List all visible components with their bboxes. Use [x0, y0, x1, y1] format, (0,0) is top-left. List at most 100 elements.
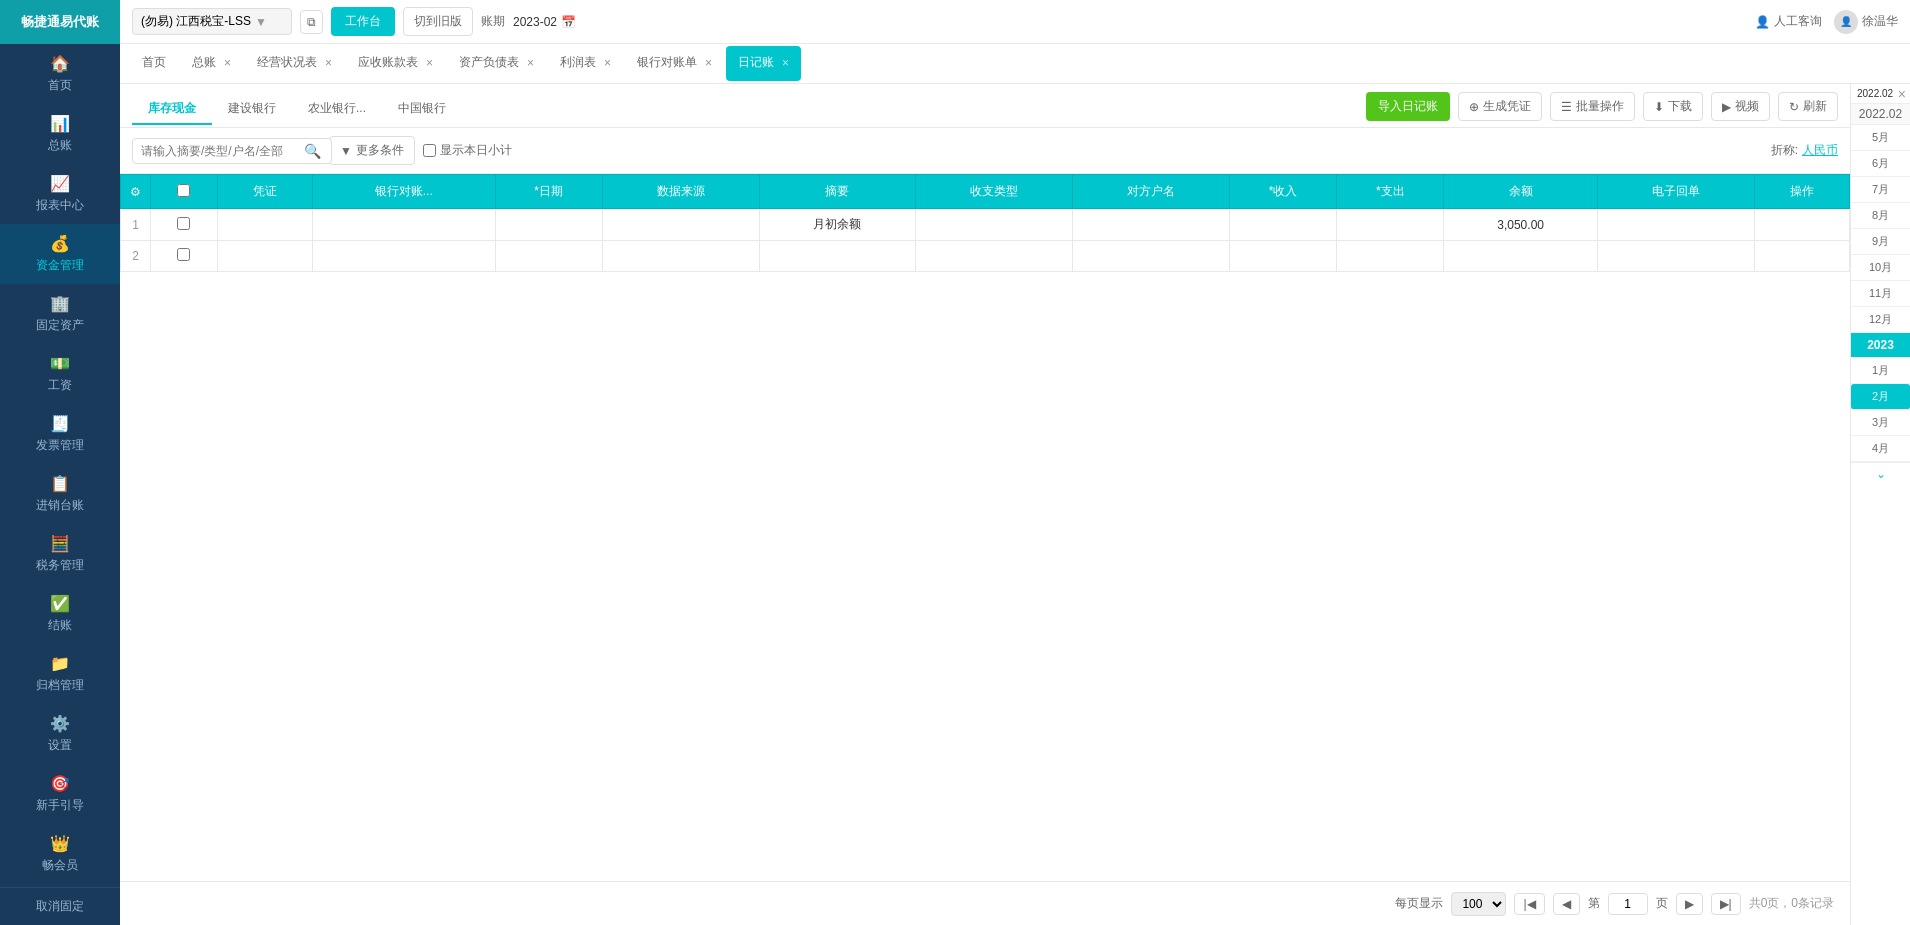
sidebar-item-home[interactable]: 🏠 首页: [0, 44, 120, 104]
tab-close-icon[interactable]: ×: [782, 56, 789, 70]
tab-close-icon[interactable]: ×: [527, 56, 534, 70]
support-icon: 👤: [1755, 15, 1770, 29]
calendar-month-10[interactable]: 10月: [1851, 255, 1910, 281]
sub-tab-abc[interactable]: 农业银行...: [292, 94, 382, 125]
source-cell: [602, 209, 759, 241]
row-checkbox-cell[interactable]: [151, 241, 218, 272]
tab-close-icon[interactable]: ×: [426, 56, 433, 70]
tab-home[interactable]: 首页: [130, 46, 178, 81]
calendar-month-3-2023[interactable]: 3月: [1851, 410, 1910, 436]
calendar-month-4-2023[interactable]: 4月: [1851, 436, 1910, 462]
page-size-select[interactable]: 100 50 200: [1451, 892, 1506, 916]
sub-tab-boc[interactable]: 中国银行: [382, 94, 462, 125]
dropdown-arrow-icon: ▼: [255, 15, 267, 29]
prev-page-button[interactable]: ◀: [1553, 893, 1580, 915]
tab-receivables[interactable]: 应收账款表 ×: [346, 46, 445, 81]
sidebar: 畅捷通易代账 🏠 首页 📊 总账 📈 报表中心 💰 资金管理 🏢 固定资产 💵 …: [0, 0, 120, 925]
sidebar-item-reports[interactable]: 📈 报表中心: [0, 164, 120, 224]
sidebar-item-invoice[interactable]: 🧾 发票管理: [0, 404, 120, 464]
sidebar-item-label: 结账: [48, 617, 72, 634]
tab-diary[interactable]: 日记账 ×: [726, 46, 801, 81]
tab-close-icon[interactable]: ×: [224, 56, 231, 70]
counterpart-cell: [1073, 209, 1230, 241]
calendar-month-11[interactable]: 11月: [1851, 281, 1910, 307]
counterpart-cell: [1073, 241, 1230, 272]
tab-bar: 首页 总账 × 经营状况表 × 应收账款表 × 资产负债表 × 利润表 × 银行…: [120, 44, 1910, 84]
table-header-e-receipt: 电子回单: [1597, 175, 1754, 209]
guide-icon: 🎯: [50, 774, 70, 793]
first-page-button[interactable]: |◀: [1514, 893, 1544, 915]
calendar-close-button[interactable]: ×: [1898, 86, 1906, 102]
next-page-button[interactable]: ▶: [1676, 893, 1703, 915]
old-version-button[interactable]: 切到旧版: [403, 7, 473, 36]
type-cell: [916, 209, 1073, 241]
batch-button[interactable]: ☰ 批量操作: [1550, 92, 1635, 121]
calendar-month-5[interactable]: 5月: [1851, 125, 1910, 151]
calendar-scroll-down[interactable]: ⌄: [1851, 462, 1910, 485]
unpin-sidebar[interactable]: 取消固定: [0, 887, 120, 925]
support-button[interactable]: 👤 人工客询: [1755, 13, 1822, 30]
search-button[interactable]: 🔍: [304, 143, 321, 159]
table-header-counterpart: 对方户名: [1073, 175, 1230, 209]
table-header-settings[interactable]: ⚙: [121, 175, 151, 209]
sidebar-item-finance[interactable]: 💰 资金管理: [0, 224, 120, 284]
sub-tab-ccb[interactable]: 建设银行: [212, 94, 292, 125]
company-selector[interactable]: (勿易) 江西税宝-LSS ▼: [132, 8, 292, 35]
currency-link[interactable]: 人民币: [1802, 142, 1838, 159]
sidebar-item-member[interactable]: 👑 畅会员: [0, 824, 120, 884]
video-button[interactable]: ▶ 视频: [1711, 92, 1770, 121]
filter-button[interactable]: ▼ 更多条件: [329, 136, 415, 165]
select-all-checkbox[interactable]: [177, 184, 190, 197]
tab-close-icon[interactable]: ×: [325, 56, 332, 70]
show-daily-checkbox-label[interactable]: 显示本日小计: [423, 142, 512, 159]
last-page-button[interactable]: ▶|: [1711, 893, 1741, 915]
tab-close-icon[interactable]: ×: [604, 56, 611, 70]
calendar-month-7[interactable]: 7月: [1851, 177, 1910, 203]
table-header-checkbox[interactable]: [151, 175, 218, 209]
sidebar-item-sales[interactable]: 📋 进销台账: [0, 464, 120, 524]
calendar-month-6[interactable]: 6月: [1851, 151, 1910, 177]
calendar-month-1-2023[interactable]: 1月: [1851, 358, 1910, 384]
tab-close-icon[interactable]: ×: [705, 56, 712, 70]
refresh-button[interactable]: ↻ 刷新: [1778, 92, 1838, 121]
show-daily-checkbox[interactable]: [423, 144, 436, 157]
unpin-label: 取消固定: [36, 899, 84, 913]
download-button[interactable]: ⬇ 下载: [1643, 92, 1703, 121]
main-area: (勿易) 江西税宝-LSS ▼ ⧉ 工作台 切到旧版 账期 2023-02 📅 …: [120, 0, 1910, 925]
sidebar-item-assets[interactable]: 🏢 固定资产: [0, 284, 120, 344]
bank-cell: [312, 209, 495, 241]
import-diary-button[interactable]: 导入日记账: [1366, 92, 1450, 121]
sidebar-item-ledger[interactable]: 📊 总账: [0, 104, 120, 164]
calendar-month-8[interactable]: 8月: [1851, 203, 1910, 229]
balance-cell: [1444, 241, 1598, 272]
calendar-month-2-2023[interactable]: 2月: [1851, 384, 1910, 410]
page-input[interactable]: [1608, 893, 1648, 915]
tab-operations[interactable]: 经营状况表 ×: [245, 46, 344, 81]
sidebar-item-salary[interactable]: 💵 工资: [0, 344, 120, 404]
workbench-button[interactable]: 工作台: [331, 7, 395, 36]
tab-balance[interactable]: 资产负债表 ×: [447, 46, 546, 81]
row-checkbox[interactable]: [177, 217, 190, 230]
calendar-month-9[interactable]: 9月: [1851, 229, 1910, 255]
tab-profit[interactable]: 利润表 ×: [548, 46, 623, 81]
tab-ledger[interactable]: 总账 ×: [180, 46, 243, 81]
sidebar-item-settings[interactable]: ⚙️ 设置: [0, 704, 120, 764]
calendar-month-12[interactable]: 12月: [1851, 307, 1910, 333]
user-menu[interactable]: 👤 徐温华: [1834, 10, 1898, 34]
search-input[interactable]: [132, 138, 332, 164]
sidebar-item-close[interactable]: ✅ 结账: [0, 584, 120, 644]
sidebar-item-tax[interactable]: 🧮 税务管理: [0, 524, 120, 584]
close-books-icon: ✅: [50, 594, 70, 613]
source-cell: [602, 241, 759, 272]
copy-button[interactable]: ⧉: [300, 10, 323, 34]
sidebar-item-guide[interactable]: 🎯 新手引导: [0, 764, 120, 824]
gen-voucher-button[interactable]: ⊕ 生成凭证: [1458, 92, 1542, 121]
sidebar-item-archive[interactable]: 📁 归档管理: [0, 644, 120, 704]
date-cell: [495, 241, 602, 272]
calendar-icon[interactable]: 📅: [561, 15, 576, 29]
tab-bank-statement[interactable]: 银行对账单 ×: [625, 46, 724, 81]
sub-tab-cash[interactable]: 库存现金: [132, 94, 212, 125]
row-number: 2: [121, 241, 151, 272]
row-checkbox[interactable]: [177, 248, 190, 261]
row-checkbox-cell[interactable]: [151, 209, 218, 241]
